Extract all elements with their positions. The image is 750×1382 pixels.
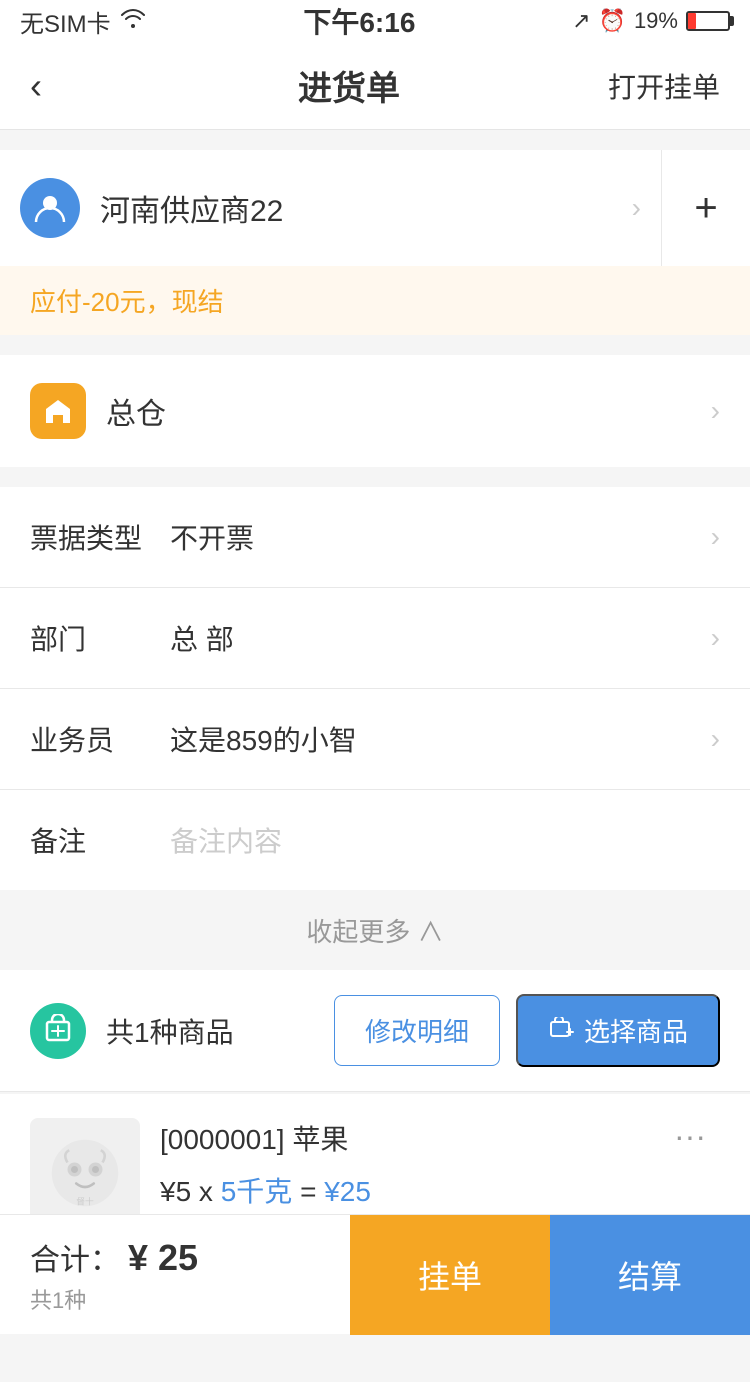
- total-main: 合计： ¥ 25: [30, 1235, 320, 1279]
- salesman-value: 这是859的小智: [170, 719, 711, 759]
- chevron-right-icon: ›: [711, 521, 720, 553]
- svg-text:督十: 督十: [76, 1196, 94, 1207]
- status-bar: 无SIM卡 下午6:16 ↗ ⏰ 19%: [0, 0, 750, 42]
- status-right: ↗ ⏰ 19%: [572, 8, 730, 34]
- total-sub: 共1种: [30, 1283, 320, 1315]
- chevron-right-icon: ›: [711, 395, 720, 427]
- products-header: 共1种商品 修改明细 选择商品: [0, 970, 750, 1091]
- remark-row[interactable]: 备注 备注内容: [0, 790, 750, 890]
- product-price-row: ¥5 x 5千克 = ¥25: [160, 1170, 660, 1210]
- product-info: [0000001] 苹果 ¥5 x 5千克 = ¥25: [160, 1118, 660, 1210]
- battery-percent: 19%: [634, 8, 678, 34]
- page-title: 进货单: [298, 61, 400, 110]
- supplier-selector[interactable]: 河南供应商22 ›: [0, 150, 662, 266]
- supplier-section: 河南供应商22 › +: [0, 150, 750, 266]
- remark-label: 备注: [30, 820, 170, 860]
- products-count: 共1种商品: [106, 1011, 334, 1051]
- products-icon: [30, 1003, 86, 1059]
- bottom-bar: 合计： ¥ 25 共1种 挂单 结算: [0, 1214, 750, 1334]
- gap-1: [0, 130, 750, 150]
- alarm-icon: ⏰: [599, 8, 626, 34]
- select-product-button[interactable]: 选择商品: [516, 994, 720, 1067]
- product-total: ¥25: [324, 1176, 371, 1207]
- carrier-text: 无SIM卡: [20, 4, 111, 39]
- product-more-button[interactable]: ···: [660, 1118, 720, 1155]
- invoice-type-row[interactable]: 票据类型 不开票 ›: [0, 487, 750, 587]
- chevron-right-icon: ›: [711, 622, 720, 654]
- remark-placeholder: 备注内容: [170, 820, 720, 860]
- gap-2: [0, 335, 750, 355]
- equals-sign: =: [300, 1176, 324, 1207]
- chevron-right-icon: ›: [632, 192, 641, 224]
- battery-fill: [688, 13, 696, 29]
- divider-4: [0, 1091, 750, 1092]
- location-icon: ↗: [572, 8, 590, 34]
- payment-notice: 应付-20元，现结: [0, 266, 750, 335]
- product-title: 苹果: [292, 1124, 348, 1155]
- invoice-value: 不开票: [170, 517, 711, 557]
- select-product-label: 选择商品: [584, 1012, 688, 1049]
- warehouse-icon: [30, 383, 86, 439]
- department-value: 总 部: [170, 618, 711, 658]
- total-amount: ¥ 25: [128, 1237, 198, 1279]
- department-label: 部门: [30, 618, 170, 658]
- total-section: 合计： ¥ 25 共1种: [0, 1235, 350, 1315]
- product-thumb-image: 督十: [50, 1138, 120, 1208]
- salesman-label: 业务员: [30, 719, 170, 759]
- warehouse-selector[interactable]: 总仓 ›: [0, 355, 750, 467]
- add-supplier-button[interactable]: +: [662, 150, 750, 266]
- product-code: [0000001]: [160, 1124, 292, 1155]
- main-content: 河南供应商22 › + 应付-20元，现结 总仓 › 票据类型 不开票 › 部门…: [0, 130, 750, 1382]
- supplier-name: 河南供应商22: [100, 186, 632, 230]
- status-time: 下午6:16: [303, 1, 415, 41]
- nav-bar: ‹ 进货单 打开挂单: [0, 42, 750, 130]
- modify-detail-button[interactable]: 修改明细: [334, 995, 500, 1066]
- department-row[interactable]: 部门 总 部 ›: [0, 588, 750, 688]
- product-name: [0000001] 苹果: [160, 1118, 660, 1158]
- total-label: 合计：: [30, 1235, 120, 1279]
- warehouse-name: 总仓: [106, 389, 711, 433]
- unit-price: ¥5 x: [160, 1176, 221, 1207]
- quantity: 5千克: [221, 1176, 293, 1207]
- hang-button[interactable]: 挂单: [350, 1215, 550, 1335]
- salesman-row[interactable]: 业务员 这是859的小智 ›: [0, 689, 750, 789]
- collapse-button[interactable]: 收起更多 ∧: [0, 890, 750, 970]
- product-thumbnail: 督十: [30, 1118, 140, 1228]
- supplier-avatar: [20, 178, 80, 238]
- open-hang-button[interactable]: 打开挂单: [608, 66, 720, 106]
- settle-button[interactable]: 结算: [550, 1215, 750, 1335]
- status-left: 无SIM卡: [20, 4, 147, 39]
- invoice-label: 票据类型: [30, 517, 170, 557]
- gap-3: [0, 467, 750, 487]
- chevron-right-icon: ›: [711, 723, 720, 755]
- back-button[interactable]: ‹: [30, 65, 90, 107]
- wifi-icon: [119, 7, 147, 35]
- battery-icon: [686, 11, 730, 31]
